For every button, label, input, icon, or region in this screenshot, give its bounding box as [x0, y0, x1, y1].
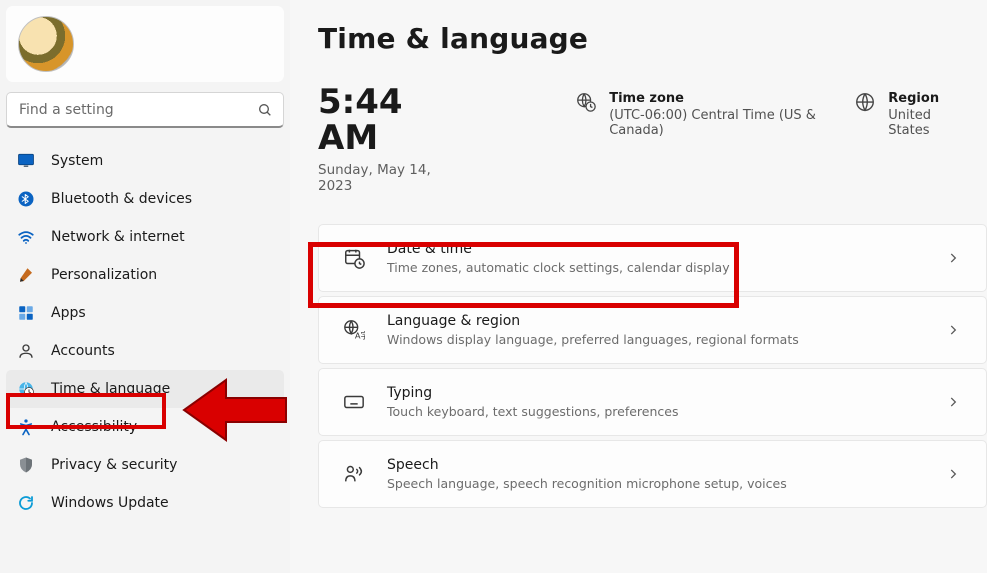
sidebar-item-bluetooth[interactable]: Bluetooth & devices [6, 180, 284, 218]
sidebar-item-label: Bluetooth & devices [51, 191, 192, 207]
page-title: Time & language [318, 22, 987, 55]
search-wrap [6, 92, 284, 128]
keyboard-icon [343, 391, 365, 413]
sidebar-item-label: Accounts [51, 343, 115, 359]
person-icon [17, 342, 35, 360]
sidebar-item-label: Time & language [51, 381, 170, 397]
current-date: Sunday, May 14, 2023 [318, 162, 447, 194]
main-content: Time & language 5:44 AM Sunday, May 14, … [290, 0, 987, 573]
card-title: Language & region [387, 313, 924, 329]
chevron-right-icon [946, 395, 960, 409]
sidebar-item-personalization[interactable]: Personalization [6, 256, 284, 294]
timezone-label: Time zone [609, 91, 822, 106]
card-speech[interactable]: Speech Speech language, speech recogniti… [318, 440, 987, 508]
timezone-block: Time zone (UTC-06:00) Central Time (US &… [575, 91, 822, 138]
region-block: Region United States [854, 91, 955, 138]
sidebar-item-privacy[interactable]: Privacy & security [6, 446, 284, 484]
account-card[interactable] [6, 6, 284, 82]
shield-icon [17, 456, 35, 474]
accessibility-icon [17, 418, 35, 436]
monitor-icon [17, 152, 35, 170]
settings-window: System Bluetooth & devices Network & int… [0, 0, 987, 573]
paintbrush-icon [17, 266, 35, 284]
card-language-region[interactable]: A字 Language & region Windows display lan… [318, 296, 987, 364]
sidebar-item-network[interactable]: Network & internet [6, 218, 284, 256]
clock-block: 5:44 AM Sunday, May 14, 2023 [318, 85, 447, 194]
apps-icon [17, 304, 35, 322]
sidebar-item-label: Windows Update [51, 495, 169, 511]
sidebar-item-label: System [51, 153, 103, 169]
card-subtitle: Time zones, automatic clock settings, ca… [387, 260, 924, 275]
chevron-right-icon [946, 323, 960, 337]
card-subtitle: Windows display language, preferred lang… [387, 332, 924, 347]
globe-clock-icon [17, 380, 35, 398]
cards-list: Date & time Time zones, automatic clock … [318, 224, 987, 508]
sidebar-item-time-language[interactable]: Time & language [6, 370, 284, 408]
header-row: 5:44 AM Sunday, May 14, 2023 Time zone (… [318, 85, 987, 194]
speech-icon [343, 463, 365, 485]
sidebar-item-label: Accessibility [51, 419, 137, 435]
update-icon [17, 494, 35, 512]
calendar-clock-icon [343, 247, 365, 269]
sidebar-item-label: Apps [51, 305, 86, 321]
sidebar-item-system[interactable]: System [6, 142, 284, 180]
card-title: Speech [387, 457, 924, 473]
card-title: Date & time [387, 241, 924, 257]
search-icon [257, 102, 273, 118]
card-subtitle: Speech language, speech recognition micr… [387, 476, 924, 491]
wifi-icon [17, 228, 35, 246]
sidebar-item-apps[interactable]: Apps [6, 294, 284, 332]
bluetooth-icon [17, 190, 35, 208]
card-subtitle: Touch keyboard, text suggestions, prefer… [387, 404, 924, 419]
sidebar-item-windows-update[interactable]: Windows Update [6, 484, 284, 522]
svg-text:A字: A字 [355, 331, 365, 341]
timezone-icon [575, 91, 597, 113]
chevron-right-icon [946, 467, 960, 481]
avatar [18, 16, 74, 72]
chevron-right-icon [946, 251, 960, 265]
language-icon: A字 [343, 319, 365, 341]
sidebar-item-accessibility[interactable]: Accessibility [6, 408, 284, 446]
globe-icon [854, 91, 876, 113]
region-label: Region [888, 91, 955, 106]
sidebar: System Bluetooth & devices Network & int… [0, 0, 290, 573]
sidebar-item-label: Personalization [51, 267, 157, 283]
sidebar-item-label: Privacy & security [51, 457, 177, 473]
search-input[interactable] [6, 92, 284, 128]
card-date-time[interactable]: Date & time Time zones, automatic clock … [318, 224, 987, 292]
region-value: United States [888, 108, 955, 138]
nav: System Bluetooth & devices Network & int… [4, 142, 286, 522]
current-time: 5:44 AM [318, 85, 447, 156]
sidebar-item-accounts[interactable]: Accounts [6, 332, 284, 370]
card-typing[interactable]: Typing Touch keyboard, text suggestions,… [318, 368, 987, 436]
sidebar-item-label: Network & internet [51, 229, 185, 245]
card-title: Typing [387, 385, 924, 401]
timezone-value: (UTC-06:00) Central Time (US & Canada) [609, 108, 822, 138]
